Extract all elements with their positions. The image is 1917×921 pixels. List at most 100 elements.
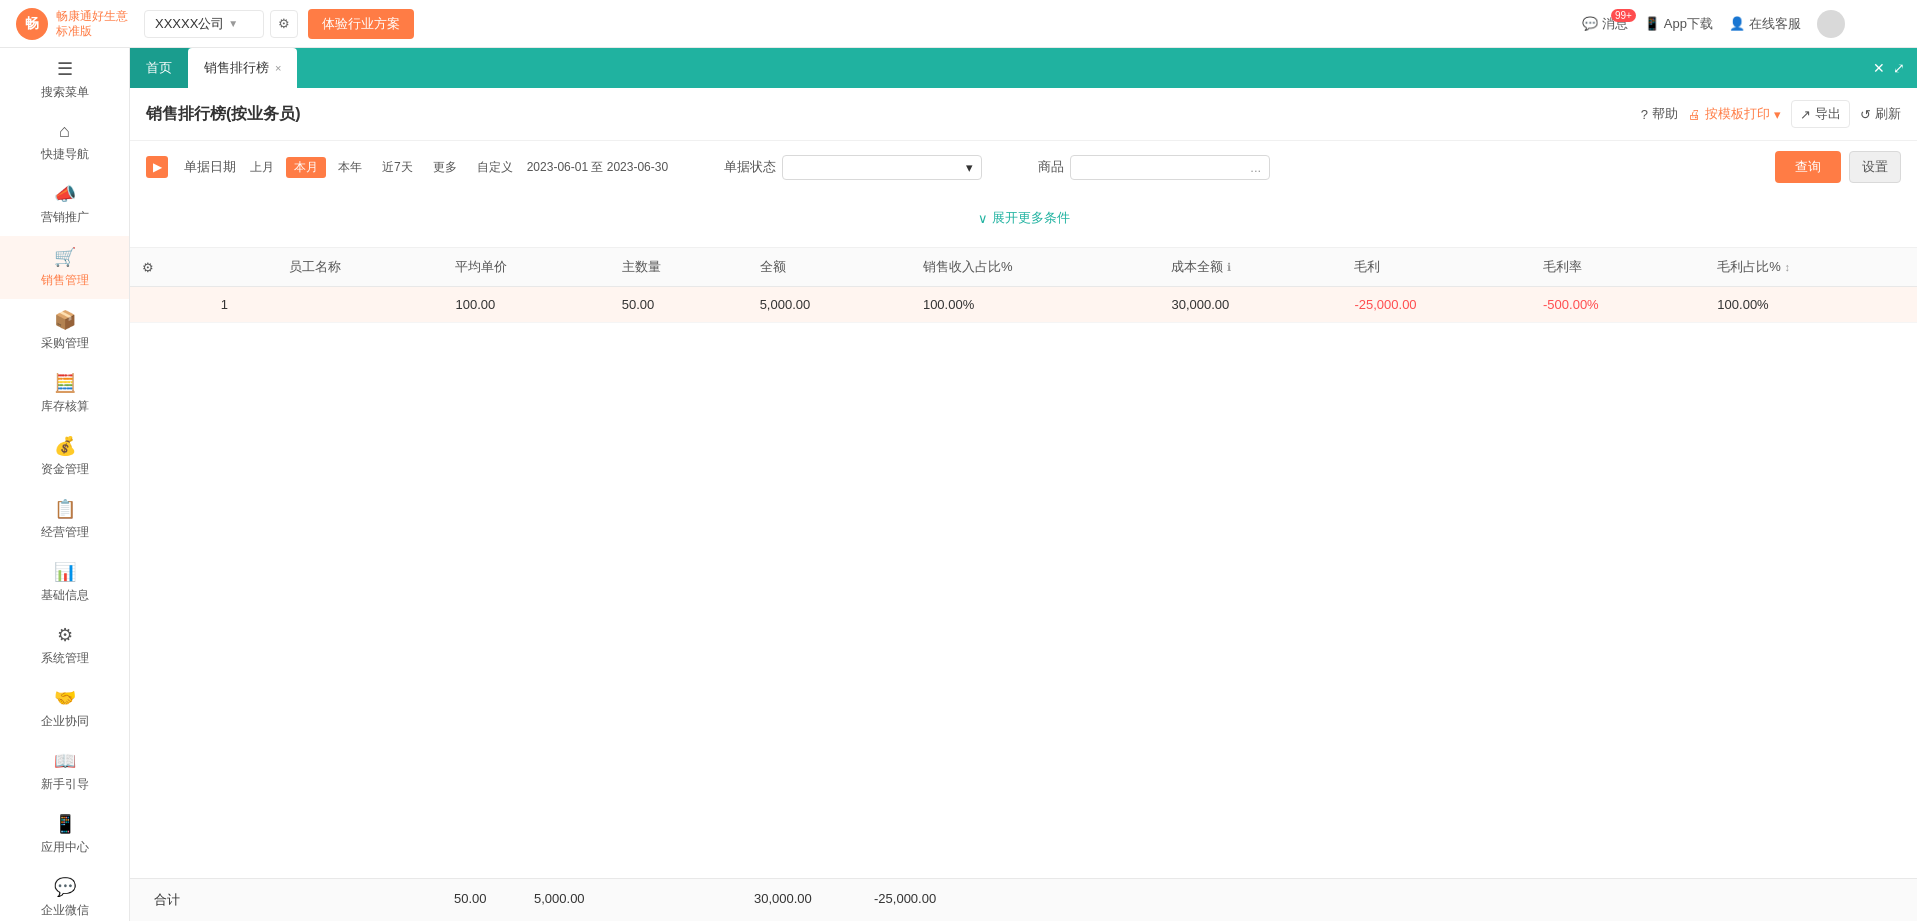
wechat-icon: 💬: [54, 876, 76, 898]
status-label: 单据状态: [724, 158, 776, 176]
sidebar-item-search[interactable]: ☰ 搜索菜单: [0, 48, 129, 111]
refresh-icon: ↺: [1860, 107, 1871, 122]
cell-cost-amount: 30,000.00: [1159, 287, 1342, 323]
marketing-icon: 📣: [54, 183, 76, 205]
panel-header: 销售排行榜(按业务员) ? 帮助 🖨 按模板打印 ▾ ↗: [130, 88, 1917, 141]
online-service-button[interactable]: 👤 在线客服: [1729, 15, 1801, 33]
cell-sales-pct: 100.00%: [911, 287, 1160, 323]
footer-sales-pct: [622, 887, 742, 913]
cell-avg-price: 100.00: [443, 287, 609, 323]
goods-label: 商品: [1038, 158, 1064, 176]
search-icon: ☰: [57, 58, 73, 80]
footer-qty: [362, 887, 442, 913]
company-selector[interactable]: XXXXX公司 ▼: [144, 10, 264, 38]
settings-icon[interactable]: ⚙: [270, 10, 298, 38]
sidebar-item-guide[interactable]: 📖 新手引导: [0, 740, 129, 803]
date-tab-7days[interactable]: 近7天: [374, 157, 421, 178]
home-icon: ⌂: [59, 121, 70, 142]
cell-amount: 5,000.00: [748, 287, 911, 323]
help-button[interactable]: ? 帮助: [1641, 105, 1678, 123]
sidebar-item-app-center[interactable]: 📱 应用中心: [0, 803, 129, 866]
sidebar-item-wechat[interactable]: 💬 企业微信: [0, 866, 129, 921]
guide-icon: 📖: [54, 750, 76, 772]
inventory-icon: 🧮: [54, 372, 76, 394]
chevron-down-icon: ▼: [228, 18, 238, 29]
goods-more-icon[interactable]: ...: [1250, 160, 1261, 175]
sort-icon: ↕: [1785, 261, 1791, 273]
sidebar-item-sales[interactable]: 🛒 销售管理: [0, 236, 129, 299]
footer-amount: 5,000.00: [522, 887, 622, 913]
sales-icon: 🛒: [54, 246, 76, 268]
table-row: 1 100.00 50.00 5,000.00 100.00% 30,000.0…: [130, 287, 1917, 323]
data-table: ⚙ 员工名称 平均单价 主数量 全额 销售收入占比% 成本全额 ℹ 毛利 毛利率: [130, 248, 1917, 323]
col-qty: 主数量: [610, 248, 748, 287]
query-button[interactable]: 查询: [1775, 151, 1841, 183]
col-cost-amount: 成本全额 ℹ: [1159, 248, 1342, 287]
cell-rank: 1: [209, 287, 277, 323]
sidebar-item-operations[interactable]: 📋 经营管理: [0, 488, 129, 551]
tab-close-icon[interactable]: ×: [275, 62, 281, 74]
expand-row: ∨ 展开更多条件: [146, 199, 1901, 237]
trial-button[interactable]: 体验行业方案: [308, 9, 414, 39]
tab-close-window-icon[interactable]: ✕: [1873, 60, 1885, 76]
cell-employee: [277, 287, 443, 323]
sidebar-item-finance[interactable]: 💰 资金管理: [0, 425, 129, 488]
filter-row-1: ▶ 单据日期 上月 本月 本年 近7天 更多 自定义 2023-0: [146, 151, 1901, 183]
sidebar-item-marketing[interactable]: 📣 营销推广: [0, 173, 129, 236]
refresh-button[interactable]: ↺ 刷新: [1860, 105, 1901, 123]
goods-filter: 商品 ...: [1038, 155, 1270, 180]
logo-text: 畅康通好生意 标准版: [56, 9, 128, 38]
date-tab-more[interactable]: 更多: [425, 157, 465, 178]
message-button[interactable]: 💬 消息 99+: [1582, 15, 1628, 33]
status-select[interactable]: ▾: [782, 155, 982, 180]
sidebar-item-enterprise[interactable]: 🤝 企业协同: [0, 677, 129, 740]
expand-icon: ∨: [978, 211, 988, 226]
date-tabs: 上月 本月 本年 近7天 更多 自定义: [242, 157, 521, 178]
goods-input[interactable]: ...: [1070, 155, 1270, 180]
cell-gross-margin: -500.00%: [1531, 287, 1705, 323]
date-tab-last-month[interactable]: 上月: [242, 157, 282, 178]
purchase-icon: 📦: [54, 309, 76, 331]
sidebar-item-system[interactable]: ⚙ 系统管理: [0, 614, 129, 677]
date-tab-this-month[interactable]: 本月: [286, 157, 326, 178]
col-gross-pct: 毛利占比% ↕: [1705, 248, 1917, 287]
sidebar-item-inventory[interactable]: 🧮 库存核算: [0, 362, 129, 425]
col-settings[interactable]: ⚙: [130, 248, 209, 287]
content-area: 首页 销售排行榜 × ✕ ⤢ 销售排行榜(按业务员): [130, 48, 1917, 921]
footer-gross-profit: -25,000.00: [862, 887, 962, 913]
sidebar-item-basic-info[interactable]: 📊 基础信息: [0, 551, 129, 614]
print-button[interactable]: 🖨 按模板打印 ▾: [1688, 105, 1781, 123]
col-amount: 全额: [748, 248, 911, 287]
tab-expand-icon[interactable]: ⤢: [1893, 60, 1905, 76]
settings-button[interactable]: 设置: [1849, 151, 1901, 183]
date-tab-this-year[interactable]: 本年: [330, 157, 370, 178]
status-select-arrow: ▾: [966, 160, 973, 175]
message-icon: 💬: [1582, 16, 1598, 31]
tab-bar: 首页 销售排行榜 × ✕ ⤢: [130, 48, 1917, 88]
expand-button[interactable]: ∨ 展开更多条件: [978, 203, 1070, 233]
message-badge: 99+: [1611, 9, 1636, 22]
filter-toggle[interactable]: ▶: [146, 156, 168, 178]
content-panel: 销售排行榜(按业务员) ? 帮助 🖨 按模板打印 ▾ ↗: [130, 88, 1917, 921]
export-button[interactable]: ↗ 导出: [1791, 100, 1850, 128]
date-range: 2023-06-01 至 2023-06-30: [527, 159, 668, 176]
tab-home[interactable]: 首页: [130, 48, 188, 88]
table-container: ⚙ 员工名称 平均单价 主数量 全额 销售收入占比% 成本全额 ℹ 毛利 毛利率: [130, 248, 1917, 878]
table-settings-icon[interactable]: ⚙: [142, 260, 154, 275]
col-rank: [209, 248, 277, 287]
app-download-button[interactable]: 📱 App下载: [1644, 15, 1713, 33]
sidebar-item-quick-nav[interactable]: ⌂ 快捷导航: [0, 111, 129, 173]
col-gross-margin: 毛利率: [1531, 248, 1705, 287]
panel-actions: ? 帮助 🖨 按模板打印 ▾ ↗ 导出 ↺: [1641, 100, 1901, 128]
sidebar-item-purchase[interactable]: 📦 采购管理: [0, 299, 129, 362]
date-label: 单据日期: [184, 158, 236, 176]
info-icon: ℹ: [1227, 261, 1231, 273]
operations-icon: 📋: [54, 498, 76, 520]
app-center-icon: 📱: [54, 813, 76, 835]
tab-sales-ranking[interactable]: 销售排行榜 ×: [188, 48, 297, 88]
print-arrow-icon: ▾: [1774, 107, 1781, 122]
panel-title: 销售排行榜(按业务员): [146, 104, 301, 125]
date-tab-custom[interactable]: 自定义: [469, 157, 521, 178]
avatar[interactable]: [1817, 10, 1845, 38]
footer-qty-val: 50.00: [442, 887, 522, 913]
